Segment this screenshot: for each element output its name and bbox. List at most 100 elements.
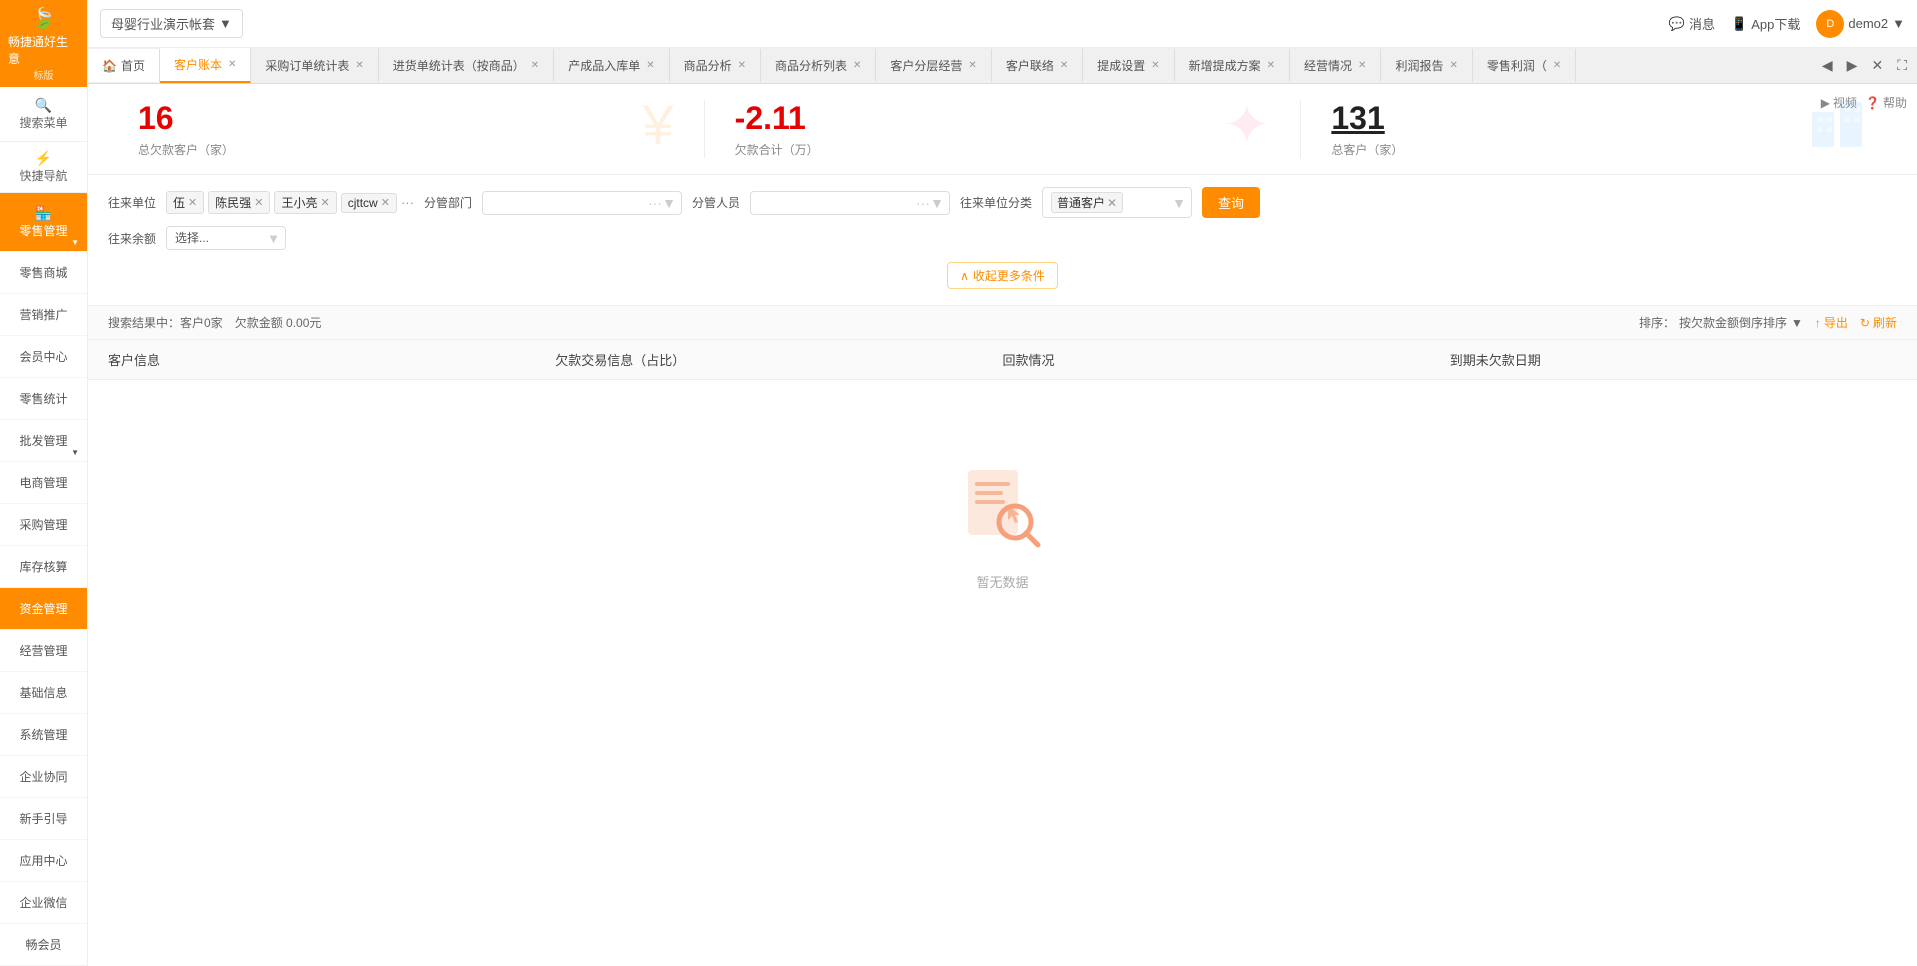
building-bg-icon	[1807, 92, 1867, 164]
tab-customer-contact[interactable]: 客户联络 ✕	[992, 49, 1083, 82]
message-btn[interactable]: 💬 消息	[1669, 14, 1715, 33]
tab-product-analysis[interactable]: 商品分析 ✕	[670, 49, 761, 82]
tab-nav-next[interactable]: ▶	[1841, 53, 1864, 78]
tab-close-customer-segments[interactable]: ✕	[968, 60, 976, 71]
tab-cost-inbound-label: 产成品入库单	[568, 57, 640, 74]
remove-category-tag[interactable]: ✕	[1107, 196, 1117, 210]
tab-profit-report[interactable]: 利润报告 ✕	[1381, 49, 1472, 82]
sort-selector[interactable]: 排序： 按欠款金额倒序排序 ▼	[1639, 314, 1803, 331]
tab-close-product-analysis-list[interactable]: ✕	[853, 60, 861, 71]
sidebar-item-basic-info[interactable]: 基础信息	[0, 672, 87, 714]
sidebar-quick-nav[interactable]: ⚡ 快捷导航	[0, 142, 87, 193]
tab-nav-fullscreen[interactable]: ⛶	[1891, 53, 1913, 78]
sidebar-item-retail-stats[interactable]: 零售统计	[0, 378, 87, 420]
tab-customer-segments[interactable]: 客户分层经营 ✕	[876, 49, 991, 82]
filter-tag-wang: 王小亮 ✕	[274, 191, 336, 214]
sidebar-item-retail-mgmt[interactable]: 🏪 零售管理	[0, 193, 87, 252]
tab-close-promotion-settings[interactable]: ✕	[1151, 60, 1159, 71]
tab-home-label: 首页	[121, 57, 145, 74]
user-menu[interactable]: D demo2 ▼	[1816, 10, 1905, 38]
tab-promotion-settings[interactable]: 提成设置 ✕	[1083, 49, 1174, 82]
sidebar-item-ecommerce-label: 电商管理	[8, 474, 79, 491]
sidebar-item-wechat[interactable]: 企业微信	[0, 882, 87, 924]
sidebar-item-marketing[interactable]: 营销推广	[0, 294, 87, 336]
export-icon: ↑	[1815, 316, 1821, 330]
app-download-btn[interactable]: 📱 App下载	[1731, 14, 1800, 33]
sidebar-item-retail-stats-label: 零售统计	[8, 390, 79, 407]
sidebar-item-operations[interactable]: 经营管理	[0, 630, 87, 672]
sidebar-item-ecommerce[interactable]: 电商管理	[0, 462, 87, 504]
filter-more-tags[interactable]: ···	[401, 195, 414, 210]
query-button[interactable]: 查询	[1202, 187, 1260, 218]
debt-value: -2.11	[735, 100, 819, 137]
balance-filter-select[interactable]: 选择...	[166, 226, 286, 250]
sidebar-item-purchase[interactable]: 采购管理	[0, 504, 87, 546]
tab-profit-report-label: 利润报告	[1395, 57, 1443, 74]
table-col-debt-info: 欠款交易信息（占比）	[555, 350, 1002, 369]
tab-close-profit-report[interactable]: ✕	[1449, 60, 1457, 71]
sidebar-item-enterprise-label: 企业协同	[8, 768, 79, 785]
tab-retail-profit-label: 零售利润（	[1487, 57, 1547, 74]
remove-tag-chen[interactable]: ✕	[254, 196, 263, 209]
sidebar-item-retail-mall[interactable]: 零售商城	[0, 252, 87, 294]
tab-nav-close-all[interactable]: ✕	[1865, 53, 1889, 78]
tab-operations-status[interactable]: 经营情况 ✕	[1290, 49, 1381, 82]
message-icon: 💬	[1669, 16, 1685, 32]
person-dots-icon[interactable]: ···	[916, 195, 930, 211]
filter-tag-cjttcw: cjttcw ✕	[341, 193, 397, 213]
sidebar-item-inventory[interactable]: 库存核算	[0, 546, 87, 588]
app-version: 标版	[34, 67, 54, 82]
user-chevron-icon: ▼	[1892, 16, 1905, 31]
tab-close-product-analysis[interactable]: ✕	[738, 60, 746, 71]
remove-tag-wang[interactable]: ✕	[321, 196, 330, 209]
sidebar-item-system[interactable]: 系统管理	[0, 714, 87, 756]
collapse-btn[interactable]: ∧ 收起更多条件	[947, 262, 1058, 289]
tab-nav-prev[interactable]: ◀	[1816, 53, 1839, 78]
tab-retail-profit[interactable]: 零售利润（ ✕	[1473, 49, 1576, 82]
category-tag: 普通客户 ✕	[1051, 192, 1123, 213]
refresh-btn[interactable]: ↻ 刷新	[1860, 314, 1897, 331]
person-dropdown-icon: ▼	[930, 195, 944, 211]
empty-state: 暂无数据	[88, 380, 1917, 671]
total-customers-label: 总欠款客户（家）	[138, 141, 234, 158]
app-logo: 🍃 畅捷通好生意 标版	[0, 0, 87, 87]
tab-close-new-promotion[interactable]: ✕	[1267, 60, 1275, 71]
sidebar-item-members-label: 会员中心	[8, 348, 79, 365]
sidebar-item-wholesale[interactable]: 批发管理	[0, 420, 87, 462]
export-btn[interactable]: ↑ 导出	[1815, 314, 1848, 331]
refresh-label: 刷新	[1873, 314, 1897, 331]
remove-tag-cjttcw[interactable]: ✕	[381, 196, 390, 209]
tab-close-customer-contact[interactable]: ✕	[1060, 60, 1068, 71]
sidebar-item-enterprise[interactable]: 企业协同	[0, 756, 87, 798]
account-selector[interactable]: 母婴行业演示帐套 ▼	[100, 9, 243, 38]
tab-inventory-stats[interactable]: 进货单统计表（按商品） ✕	[379, 49, 554, 82]
tab-cost-inbound[interactable]: 产成品入库单 ✕	[554, 49, 669, 82]
sidebar-item-vip[interactable]: 畅会员	[0, 924, 87, 966]
tab-product-analysis-list[interactable]: 商品分析列表 ✕	[761, 49, 876, 82]
filter-tag-wu: 伍 ✕	[166, 191, 204, 214]
sidebar-item-members[interactable]: 会员中心	[0, 336, 87, 378]
tab-close-inventory-stats[interactable]: ✕	[531, 60, 539, 71]
tab-close-cost-inbound[interactable]: ✕	[646, 60, 654, 71]
tab-home[interactable]: 🏠 首页	[88, 49, 160, 82]
sidebar-item-apps[interactable]: 应用中心	[0, 840, 87, 882]
sidebar-item-finance[interactable]: 资金管理	[0, 588, 87, 630]
sidebar-item-inventory-label: 库存核算	[8, 558, 79, 575]
category-filter-wrapper: 普通客户 ✕ ▼	[1042, 187, 1192, 218]
sidebar-item-purchase-label: 采购管理	[8, 516, 79, 533]
sidebar-item-guide[interactable]: 新手引导	[0, 798, 87, 840]
tab-close-retail-profit[interactable]: ✕	[1553, 60, 1561, 71]
tab-close-purchase-stats[interactable]: ✕	[355, 60, 363, 71]
tab-customer-account[interactable]: 客户账本 ✕	[160, 48, 251, 83]
sidebar-search[interactable]: 🔍 搜索菜单	[0, 87, 87, 142]
tab-new-promotion[interactable]: 新增提成方案 ✕	[1175, 49, 1290, 82]
collapse-label: 收起更多条件	[973, 267, 1045, 284]
chevron-down-icon: ▼	[219, 16, 232, 31]
remove-tag-wu[interactable]: ✕	[188, 196, 197, 209]
tab-close-customer-account[interactable]: ✕	[228, 59, 236, 70]
header-left: 母婴行业演示帐套 ▼	[100, 9, 243, 38]
tab-close-operations-status[interactable]: ✕	[1358, 60, 1366, 71]
tab-purchase-stats[interactable]: 采购订单统计表 ✕	[251, 49, 378, 82]
search-result-right: 排序： 按欠款金额倒序排序 ▼ ↑ 导出 ↻ 刷新	[1639, 314, 1897, 331]
dept-dots-icon[interactable]: ···	[648, 195, 662, 211]
